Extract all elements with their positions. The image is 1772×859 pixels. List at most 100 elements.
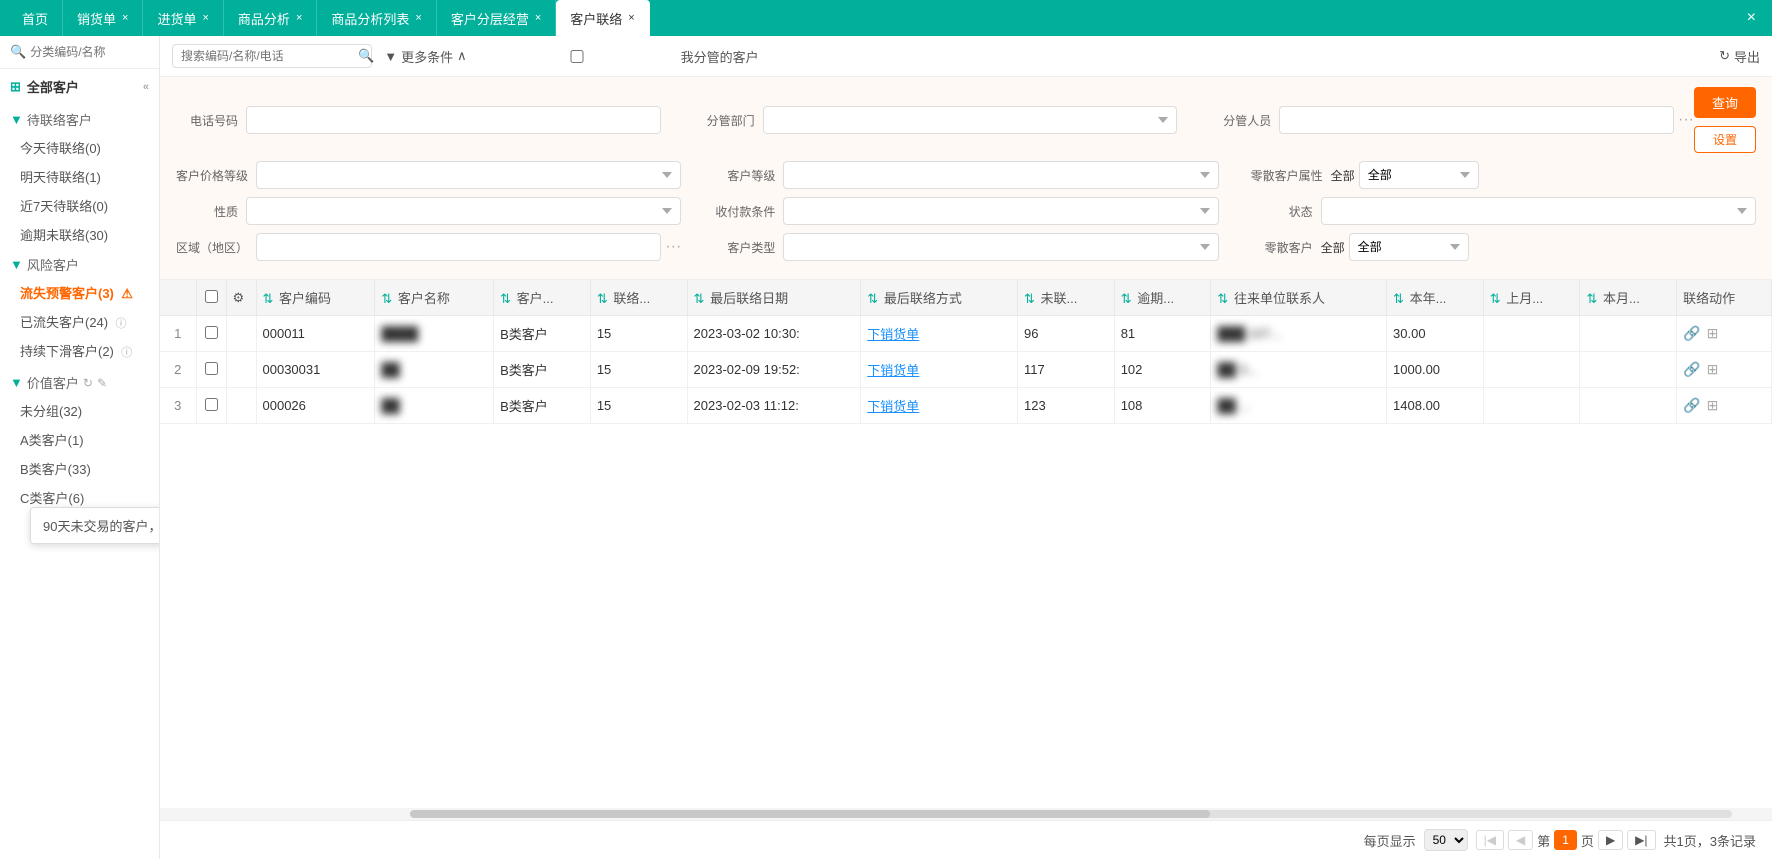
col-this-month[interactable]: ⇅ 本月...: [1580, 280, 1677, 316]
export-button[interactable]: ↻ 导出: [1719, 47, 1760, 66]
group-pending-contact[interactable]: ▼ 待联络客户: [0, 104, 159, 133]
filter-retail-select[interactable]: 全部: [1349, 233, 1469, 261]
tab-sales[interactable]: 销货单 ×: [63, 0, 143, 36]
per-page-select[interactable]: 50: [1424, 829, 1468, 851]
col-contact[interactable]: ⇅ 联络...: [590, 280, 687, 316]
search-input[interactable]: [172, 44, 372, 68]
tab-analysis-close[interactable]: ×: [296, 12, 302, 24]
query-button[interactable]: 查询: [1694, 87, 1756, 118]
scrollbar-thumb[interactable]: [410, 810, 1210, 818]
row-checkbox-0[interactable]: [205, 326, 218, 339]
col-type[interactable]: ⇅ 客户...: [494, 280, 591, 316]
filter-price-level-select[interactable]: [256, 161, 681, 189]
region-dots-icon[interactable]: ···: [665, 238, 681, 256]
action-grid-icon-0[interactable]: ⊞: [1707, 325, 1719, 342]
sidebar: 🔍 ⊞ 全部客户 « ▼ 待联络客户 今天待联络(0) 明天待联络(1) 近7天…: [0, 36, 160, 859]
sidebar-item-today[interactable]: 今天待联络(0): [0, 133, 159, 162]
cell-lmonth-0: [1483, 316, 1580, 352]
filter-customer-type-select[interactable]: [783, 233, 1218, 261]
sidebar-item-ungrouped[interactable]: 未分组(32): [0, 396, 159, 425]
filter-phone-input[interactable]: [246, 106, 661, 134]
cell-overdue-0: 81: [1114, 316, 1211, 352]
col-name[interactable]: ⇅ 客户名称: [375, 280, 494, 316]
row-checkbox-2[interactable]: [205, 398, 218, 411]
tab-customer-tier[interactable]: 客户分层经营 ×: [437, 0, 556, 36]
more-conditions-toggle[interactable]: ▼ 更多条件 ∧: [384, 47, 466, 66]
col-code[interactable]: ⇅ 客户编码: [256, 280, 375, 316]
cell-check[interactable]: [196, 352, 226, 388]
filter-status-select[interactable]: [1321, 197, 1756, 225]
sidebar-item-overdue[interactable]: 逾期未联络(30): [0, 220, 159, 249]
cell-way-1[interactable]: 下销货单: [861, 352, 1018, 388]
first-page-button[interactable]: |◀: [1476, 830, 1504, 850]
sidebar-item-b-class[interactable]: B类客户(33): [0, 454, 159, 483]
tab-customer-tier-close[interactable]: ×: [535, 12, 541, 24]
action-link-icon-1[interactable]: 🔗: [1683, 361, 1700, 378]
filter-customer-level-select[interactable]: [783, 161, 1218, 189]
filter-dept-select[interactable]: [763, 106, 1178, 134]
tab-customer-contact[interactable]: 客户联络 ×: [556, 0, 649, 36]
sidebar-item-tomorrow[interactable]: 明天待联络(1): [0, 162, 159, 191]
col-this-year[interactable]: ⇅ 本年...: [1387, 280, 1484, 316]
value-edit-icon[interactable]: ✎: [97, 376, 107, 390]
tab-customer-contact-close[interactable]: ×: [628, 12, 634, 24]
sidebar-item-lost[interactable]: 已流失客户(24) ⓘ: [0, 307, 159, 336]
col-overdue[interactable]: ⇅ 逾期...: [1114, 280, 1211, 316]
cell-action-0: 🔗 ⊞: [1677, 316, 1772, 352]
col-check[interactable]: [196, 280, 226, 316]
filter-search-button[interactable]: 🔍: [358, 48, 374, 64]
sort-icon-lmonth: ⇅: [1490, 291, 1501, 306]
col-unit-contact[interactable]: ⇅ 往来单位联系人: [1211, 280, 1387, 316]
filter-retail-attr-select[interactable]: 全部: [1359, 161, 1479, 189]
group-risk-customers[interactable]: ▼ 风险客户: [0, 249, 159, 278]
manager-dots-icon[interactable]: ···: [1678, 111, 1694, 129]
sidebar-item-a-class[interactable]: A类客户(1): [0, 425, 159, 454]
col-settings[interactable]: ⚙: [226, 280, 256, 316]
filter-manager-input[interactable]: [1279, 106, 1674, 134]
sidebar-item-7days[interactable]: 近7天待联络(0): [0, 191, 159, 220]
sidebar-item-churn-warning[interactable]: 流失预警客户(3) ⚠: [0, 278, 159, 307]
select-all-checkbox[interactable]: [205, 290, 218, 303]
window-close-button[interactable]: ×: [1739, 9, 1764, 27]
my-customers-check[interactable]: 我分管的客户: [477, 47, 759, 66]
setting-button[interactable]: 设置: [1694, 126, 1756, 153]
row-checkbox-1[interactable]: [205, 362, 218, 375]
cell-check[interactable]: [196, 388, 226, 424]
sidebar-search-input[interactable]: [30, 45, 160, 59]
filter-nature-select[interactable]: [246, 197, 681, 225]
col-last-date[interactable]: ⇅ 最后联络日期: [687, 280, 861, 316]
action-link-icon-0[interactable]: 🔗: [1683, 325, 1700, 342]
col-last-month[interactable]: ⇅ 上月...: [1483, 280, 1580, 316]
tab-home[interactable]: 首页: [8, 0, 63, 36]
filter-customer-level-label: 客户等级: [713, 167, 783, 184]
cell-way-2[interactable]: 下销货单: [861, 388, 1018, 424]
action-grid-icon-1[interactable]: ⊞: [1707, 361, 1719, 378]
sidebar-all-customers[interactable]: ⊞ 全部客户 «: [0, 69, 159, 104]
tab-analysis-list[interactable]: 商品分析列表 ×: [317, 0, 436, 36]
my-customers-checkbox[interactable]: [477, 50, 677, 63]
sidebar-item-declining[interactable]: 持续下滑客户(2) ⓘ: [0, 336, 159, 365]
value-refresh-icon[interactable]: ↻: [83, 376, 93, 390]
prev-page-button[interactable]: ◀: [1508, 830, 1533, 850]
col-last-way[interactable]: ⇅ 最后联络方式: [861, 280, 1018, 316]
cell-check[interactable]: [196, 316, 226, 352]
group-value-customers[interactable]: ▼ 价值客户 ↻ ✎: [0, 365, 159, 396]
tab-purchase[interactable]: 进货单 ×: [143, 0, 223, 36]
next-page-button[interactable]: ▶: [1598, 830, 1623, 850]
filter-phone: 电话号码: [176, 106, 661, 134]
last-page-button[interactable]: ▶|: [1627, 830, 1655, 850]
tab-analysis[interactable]: 商品分析 ×: [224, 0, 317, 36]
cell-way-0[interactable]: 下销货单: [861, 316, 1018, 352]
sort-icon-way: ⇅: [867, 291, 878, 306]
sort-icon-tmonth: ⇅: [1586, 291, 1597, 306]
col-no-contact[interactable]: ⇅ 未联...: [1018, 280, 1115, 316]
tab-sales-close[interactable]: ×: [122, 12, 128, 24]
action-grid-icon-2[interactable]: ⊞: [1707, 397, 1719, 414]
filter-region-input[interactable]: [256, 233, 661, 261]
filter-payment-select[interactable]: [783, 197, 1218, 225]
cell-code-0: 000011: [256, 316, 375, 352]
tab-analysis-list-close[interactable]: ×: [415, 12, 421, 24]
action-link-icon-2[interactable]: 🔗: [1683, 397, 1700, 414]
horizontal-scrollbar[interactable]: [160, 808, 1772, 820]
tab-purchase-close[interactable]: ×: [202, 12, 208, 24]
